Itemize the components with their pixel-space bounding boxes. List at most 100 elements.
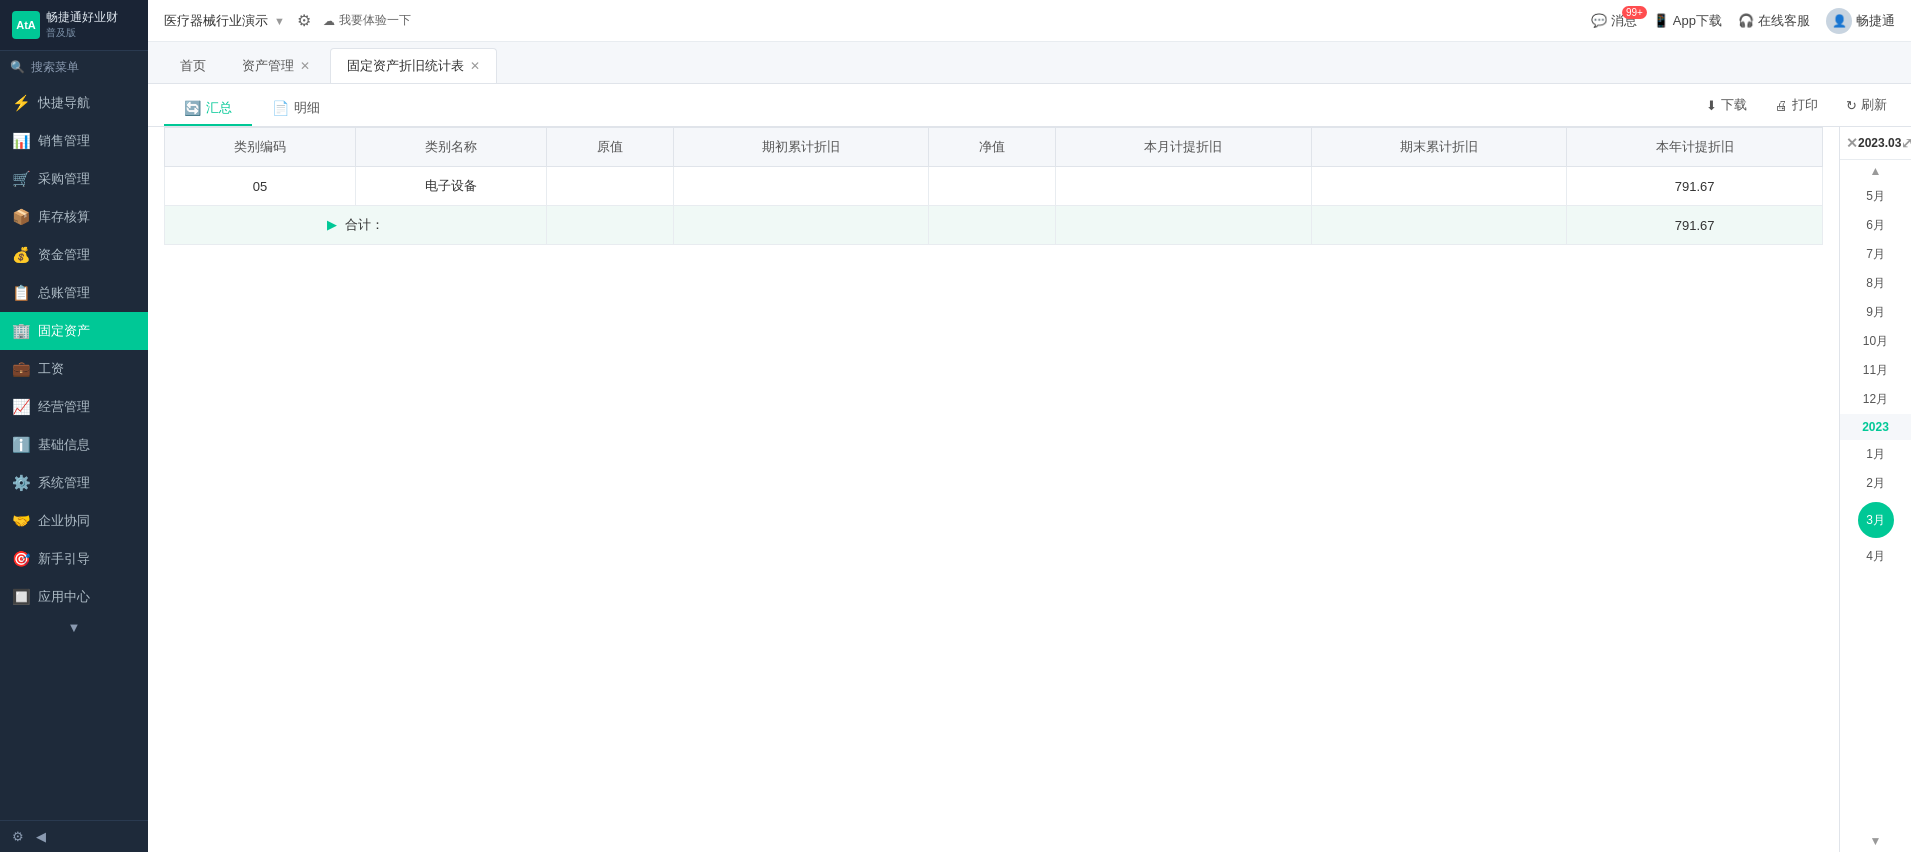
cell-annual-dep: 791.67 <box>1567 167 1823 206</box>
app-version: 普及版 <box>46 26 118 40</box>
cell-name: 电子设备 <box>356 167 547 206</box>
chevron-down-icon: ▼ <box>68 620 81 635</box>
month-6[interactable]: 6月 <box>1840 211 1911 240</box>
settings-button[interactable]: ⚙ <box>12 829 24 844</box>
tab-depreciation-table[interactable]: 固定资产折旧统计表 ✕ <box>330 48 497 83</box>
month-11[interactable]: 11月 <box>1840 356 1911 385</box>
sidebar-item-ledger[interactable]: 📋 总账管理 <box>0 274 148 312</box>
month-2023-2[interactable]: 2月 <box>1840 469 1911 498</box>
subtab-summary[interactable]: 🔄 汇总 <box>164 92 252 126</box>
sidebar-item-inventory[interactable]: 📦 库存核算 <box>0 198 148 236</box>
topbar-right: 💬 消息 99+ 📱 App下载 🎧 在线客服 👤 畅捷通 <box>1591 8 1895 34</box>
total-label: ▶ 合计： <box>165 206 547 245</box>
total-monthly-dep <box>1056 206 1312 245</box>
month-2023-1[interactable]: 1月 <box>1840 440 1911 469</box>
total-net-value <box>929 206 1056 245</box>
experience-button[interactable]: ☁ 我要体验一下 <box>323 12 411 29</box>
year-2023-label: 2023 <box>1840 414 1911 440</box>
sidebar-item-fixed-assets[interactable]: 🏢 固定资产 <box>0 312 148 350</box>
detail-icon: 📄 <box>272 100 289 116</box>
fixed-assets-icon: 🏢 <box>12 322 30 340</box>
cell-initial-dep <box>673 167 929 206</box>
cell-original <box>547 167 674 206</box>
sidebar-item-funds[interactable]: 💰 资金管理 <box>0 236 148 274</box>
refresh-button[interactable]: ↻ 刷新 <box>1838 92 1895 118</box>
table-container: 类别编码 类别名称 原值 期初累计折旧 净值 本月计提折旧 期末累计折旧 本年计… <box>148 127 1839 852</box>
tab-asset-manage[interactable]: 资产管理 ✕ <box>226 49 326 83</box>
sidebar-item-guide[interactable]: 🎯 新手引导 <box>0 540 148 578</box>
sidebar-item-purchase[interactable]: 🛒 采购管理 <box>0 160 148 198</box>
col-code: 类别编码 <box>165 128 356 167</box>
panel-header: ✕ 2023.03 ⤢ <box>1840 127 1911 160</box>
print-button[interactable]: 🖨 打印 <box>1767 92 1826 118</box>
download-icon: ⬇ <box>1706 98 1717 113</box>
table-header-row: 类别编码 类别名称 原值 期初累计折旧 净值 本月计提折旧 期末累计折旧 本年计… <box>165 128 1823 167</box>
total-initial-dep <box>673 206 929 245</box>
sidebar-item-sales[interactable]: 📊 销售管理 <box>0 122 148 160</box>
month-5[interactable]: 5月 <box>1840 182 1911 211</box>
summary-icon: 🔄 <box>184 100 201 116</box>
total-row: ▶ 合计： 791.67 <box>165 206 1823 245</box>
topbar-settings-button[interactable]: ⚙ <box>297 11 311 30</box>
print-icon: 🖨 <box>1775 98 1788 113</box>
month-7[interactable]: 7月 <box>1840 240 1911 269</box>
table-row: 05 电子设备 791.67 <box>165 167 1823 206</box>
sidebar-item-quick-nav[interactable]: ⚡ 快捷导航 <box>0 84 148 122</box>
scroll-up-button[interactable]: ▲ <box>1840 160 1911 182</box>
month-8[interactable]: 8月 <box>1840 269 1911 298</box>
main-area: 医疗器械行业演示 ▼ ⚙ ☁ 我要体验一下 💬 消息 99+ 📱 App下载 🎧… <box>148 0 1911 852</box>
message-icon: 💬 <box>1591 13 1607 28</box>
user-menu[interactable]: 👤 畅捷通 <box>1826 8 1895 34</box>
month-2023-3-selected[interactable]: 3月 <box>1858 502 1894 538</box>
app-download-button[interactable]: 📱 App下载 <box>1653 12 1722 30</box>
col-ending-dep: 期末累计折旧 <box>1311 128 1567 167</box>
app-center-icon: 🔲 <box>12 588 30 606</box>
sidebar-item-basic-info[interactable]: ℹ️ 基础信息 <box>0 426 148 464</box>
app-name: 畅捷通好业财 <box>46 10 118 26</box>
page-content: 🔄 汇总 📄 明细 ⬇ 下载 🖨 打印 ↻ <box>148 84 1911 852</box>
sidebar-item-operations[interactable]: 📈 经营管理 <box>0 388 148 426</box>
col-monthly-dep: 本月计提折旧 <box>1056 128 1312 167</box>
inventory-icon: 📦 <box>12 208 30 226</box>
cell-code: 05 <box>165 167 356 206</box>
col-name: 类别名称 <box>356 128 547 167</box>
cell-monthly-dep <box>1056 167 1312 206</box>
sidebar-item-payroll[interactable]: 💼 工资 <box>0 350 148 388</box>
company-selector[interactable]: 医疗器械行业演示 ▼ <box>164 12 285 30</box>
company-chevron-icon: ▼ <box>274 15 285 27</box>
month-9[interactable]: 9月 <box>1840 298 1911 327</box>
tab-asset-manage-close[interactable]: ✕ <box>300 59 310 73</box>
right-panel: ✕ 2023.03 ⤢ ▲ 5月 6月 7月 8月 9月 10月 11月 12月… <box>1839 127 1911 852</box>
support-icon: 🎧 <box>1738 13 1754 28</box>
month-12[interactable]: 12月 <box>1840 385 1911 414</box>
system-icon: ⚙️ <box>12 474 30 492</box>
panel-close-button[interactable]: ✕ <box>1846 135 1858 151</box>
support-button[interactable]: 🎧 在线客服 <box>1738 12 1810 30</box>
payroll-icon: 💼 <box>12 360 30 378</box>
messages-button[interactable]: 💬 消息 99+ <box>1591 12 1637 30</box>
sidebar-item-enterprise[interactable]: 🤝 企业协同 <box>0 502 148 540</box>
sales-icon: 📊 <box>12 132 30 150</box>
tab-depreciation-table-close[interactable]: ✕ <box>470 59 480 73</box>
subtab-toolbar-row: 🔄 汇总 📄 明细 ⬇ 下载 🖨 打印 ↻ <box>148 84 1911 127</box>
search-menu[interactable]: 🔍 搜索菜单 <box>0 51 148 84</box>
toolbar: ⬇ 下载 🖨 打印 ↻ 刷新 <box>1698 92 1895 118</box>
month-10[interactable]: 10月 <box>1840 327 1911 356</box>
sidebar-item-app-center[interactable]: 🔲 应用中心 <box>0 578 148 616</box>
sidebar-scroll-down[interactable]: ▼ <box>0 616 148 639</box>
tab-home[interactable]: 首页 <box>164 49 222 83</box>
col-original: 原值 <box>547 128 674 167</box>
sidebar-item-system[interactable]: ⚙️ 系统管理 <box>0 464 148 502</box>
collapse-button[interactable]: ◀ <box>36 829 46 844</box>
subtab-detail[interactable]: 📄 明细 <box>252 92 340 126</box>
col-annual-dep: 本年计提折旧 <box>1567 128 1823 167</box>
cell-ending-dep <box>1311 167 1567 206</box>
experience-icon: ☁ <box>323 14 335 28</box>
month-2023-4[interactable]: 4月 <box>1840 542 1911 571</box>
download-button[interactable]: ⬇ 下载 <box>1698 92 1755 118</box>
panel-expand-button[interactable]: ⤢ <box>1901 135 1911 151</box>
col-net-value: 净值 <box>929 128 1056 167</box>
tab-bar: 首页 资产管理 ✕ 固定资产折旧统计表 ✕ <box>148 42 1911 84</box>
scroll-down-button[interactable]: ▼ <box>1840 830 1911 852</box>
avatar-icon: 👤 <box>1832 14 1847 28</box>
